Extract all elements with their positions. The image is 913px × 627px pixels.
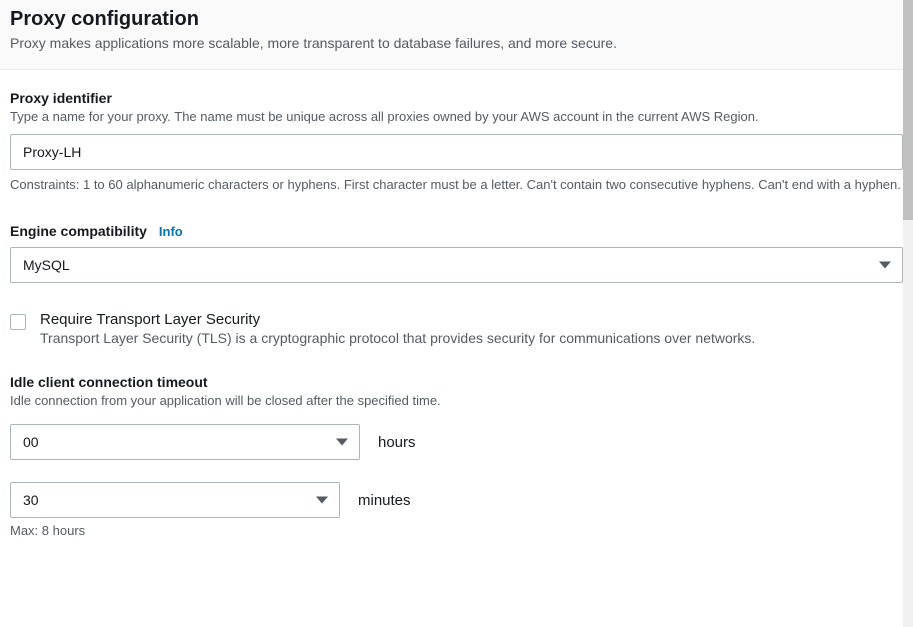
engine-select-value: MySQL xyxy=(23,257,70,273)
minutes-select-value: 30 xyxy=(23,492,39,508)
minutes-select[interactable]: 30 xyxy=(10,482,340,518)
proxy-identifier-group: Proxy identifier Type a name for your pr… xyxy=(10,90,903,195)
proxy-identifier-description: Type a name for your proxy. The name mus… xyxy=(10,108,903,126)
idle-timeout-label: Idle client connection timeout xyxy=(10,374,903,390)
require-tls-description: Transport Layer Security (TLS) is a cryp… xyxy=(40,330,755,346)
idle-timeout-group: Idle client connection timeout Idle conn… xyxy=(10,374,903,541)
hours-select-value: 00 xyxy=(23,434,39,450)
hours-select[interactable]: 00 xyxy=(10,424,360,460)
proxy-identifier-label: Proxy identifier xyxy=(10,90,903,106)
page-title: Proxy configuration xyxy=(10,8,903,31)
engine-select[interactable]: MySQL xyxy=(10,247,903,283)
proxy-identifier-input[interactable] xyxy=(10,134,903,170)
proxy-identifier-constraint: Constraints: 1 to 60 alphanumeric charac… xyxy=(10,176,903,195)
vertical-scrollbar[interactable] xyxy=(903,0,913,627)
require-tls-checkbox[interactable] xyxy=(10,314,26,330)
page-subtitle: Proxy makes applications more scalable, … xyxy=(10,35,903,51)
idle-timeout-max-note: Max: 8 hours xyxy=(10,522,903,541)
idle-timeout-description: Idle connection from your application wi… xyxy=(10,392,903,410)
require-tls-label: Require Transport Layer Security xyxy=(40,311,755,328)
scrollbar-thumb[interactable] xyxy=(903,0,913,220)
header-section: Proxy configuration Proxy makes applicat… xyxy=(0,0,913,70)
minutes-unit-label: minutes xyxy=(358,492,411,509)
info-link[interactable]: Info xyxy=(159,224,183,239)
engine-compatibility-group: Engine compatibility Info MySQL xyxy=(10,223,903,283)
form-body: Proxy identifier Type a name for your pr… xyxy=(0,70,913,563)
engine-compatibility-label: Engine compatibility xyxy=(10,223,147,239)
hours-unit-label: hours xyxy=(378,434,416,451)
tls-group: Require Transport Layer Security Transpo… xyxy=(10,311,903,346)
